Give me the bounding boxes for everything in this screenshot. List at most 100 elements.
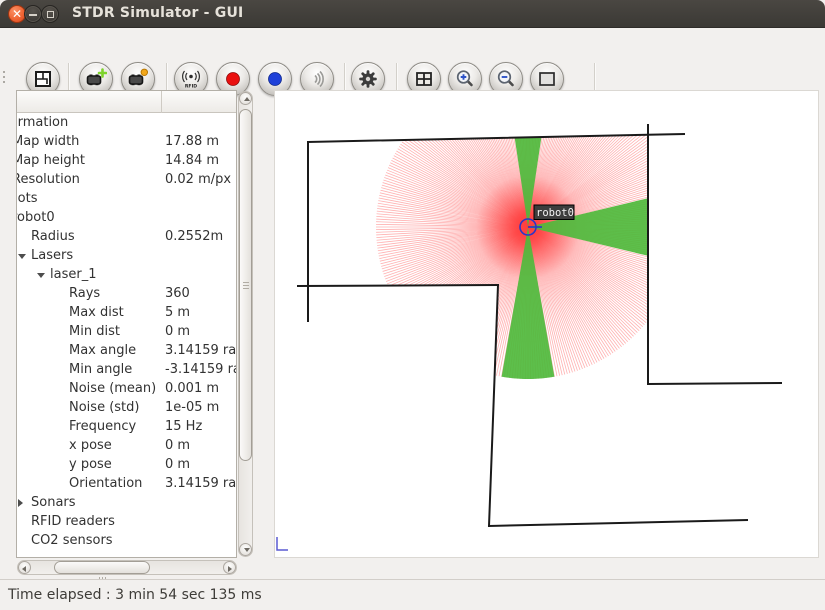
horizontal-scroll-thumb[interactable] <box>54 561 150 582</box>
tree-item-label: Min angle <box>69 362 133 377</box>
tree-item-value: -3.14159 rad <box>165 362 236 377</box>
tree-item-label: Map height <box>16 153 86 168</box>
tree-row[interactable]: Radius 0.2552m <box>17 228 236 247</box>
tree-rows: Information Map width 17.88 m Map height 14.… <box>17 114 236 551</box>
tree-item-label: Lasers <box>31 248 74 263</box>
zoom-out-icon <box>497 70 514 87</box>
tree-item-value: 0.001 m <box>165 381 220 396</box>
tree-item-value: 15 Hz <box>165 419 203 434</box>
tree-item-value: 0 m <box>165 324 191 339</box>
red-source-icon <box>226 72 240 86</box>
tree-header-column-2[interactable] <box>163 91 236 113</box>
tree-item-value: 14.84 m <box>165 153 220 168</box>
tree-item-label: Rays <box>69 286 101 301</box>
scroll-down-button[interactable] <box>239 543 252 556</box>
tree-item-label: Resolution <box>16 172 80 187</box>
tree-row[interactable]: Frequency 15 Hz <box>17 418 236 437</box>
tree-row[interactable]: laser_1 <box>17 266 236 285</box>
tree-item-value: 17.88 m <box>165 134 220 149</box>
tree-item-label: Robots <box>17 191 38 206</box>
tree-vertical-scrollbar[interactable] <box>238 91 253 557</box>
sound-waves-icon <box>314 70 324 88</box>
tree-item-label: Sonars <box>31 495 76 510</box>
scroll-left-button[interactable] <box>18 561 31 574</box>
tree-row[interactable]: Resolution 0.02 m/px <box>17 171 236 190</box>
tree-header-column-1[interactable] <box>17 91 162 113</box>
scroll-right-button[interactable] <box>223 561 236 574</box>
tree-row[interactable]: Noise (mean) 0.001 m <box>17 380 236 399</box>
tree-item-label: Noise (std) <box>69 400 140 415</box>
minimize-icon <box>29 14 37 16</box>
rfid-antenna-icon: RFID <box>182 70 200 90</box>
minimize-button[interactable] <box>24 5 42 23</box>
maximize-icon <box>47 11 54 18</box>
blue-source-icon <box>268 72 282 86</box>
tree-item-value: 0.2552m <box>165 229 224 244</box>
tree-item-label: x pose <box>69 438 112 453</box>
robot-edit-icon <box>128 68 148 86</box>
tree-item-label: RFID readers <box>31 514 115 529</box>
tree-item-value: 3.14159 rad <box>165 343 237 358</box>
tree-item-label: Min dist <box>69 324 120 339</box>
expand-arrow-icon[interactable] <box>37 273 45 278</box>
map-view[interactable]: robot0 <box>274 90 819 558</box>
window-title: STDR Simulator - GUI <box>72 5 244 21</box>
tree-row[interactable]: Robots <box>17 190 236 209</box>
arrow-left-icon <box>22 565 26 572</box>
tree-item-value: 0 m <box>165 438 191 453</box>
tree-item-label: Frequency <box>69 419 137 434</box>
tree-item-value: 1e-05 m <box>165 400 220 415</box>
map-canvas[interactable]: robot0 <box>275 91 820 559</box>
arrow-down-icon <box>243 548 250 552</box>
tree-item-label: y pose <box>69 457 112 472</box>
tree-row[interactable]: Map width 17.88 m <box>17 133 236 152</box>
tree-row[interactable]: Max dist 5 m <box>17 304 236 323</box>
tree-item-label: robot0 <box>16 210 55 225</box>
tree-row[interactable]: Orientation 3.14159 rad <box>17 475 236 494</box>
svg-text:RFID: RFID <box>185 84 197 90</box>
tree-row[interactable]: robot0 <box>17 209 236 228</box>
tree-item-value: 5 m <box>165 305 191 320</box>
tree-row[interactable]: Min dist 0 m <box>17 323 236 342</box>
vertical-scroll-thumb[interactable] <box>239 109 252 461</box>
tree-row[interactable]: Map height 14.84 m <box>17 152 236 171</box>
maximize-button[interactable] <box>41 5 59 23</box>
fit-view-icon <box>539 72 555 86</box>
toolbar: RFID <box>0 28 825 96</box>
robot-add-icon <box>86 68 107 86</box>
tree-header[interactable] <box>17 91 236 113</box>
scroll-up-button[interactable] <box>239 92 252 105</box>
tree-row[interactable]: y pose 0 m <box>17 456 236 475</box>
robot-label: robot0 <box>536 207 574 219</box>
toolbar-drag-handle[interactable] <box>3 71 6 87</box>
arrow-right-icon <box>228 565 232 572</box>
tree-item-label: Orientation <box>69 476 143 491</box>
tree-row[interactable]: Information <box>17 114 236 133</box>
expand-arrow-icon[interactable] <box>18 254 26 259</box>
tree-row[interactable]: Rays 360 <box>17 285 236 304</box>
tree-item-value: 3.14159 rad <box>165 476 237 491</box>
tree-row[interactable]: Max angle 3.14159 rad <box>17 342 236 361</box>
time-elapsed-label: Time elapsed : 3 min 54 sec 135 ms <box>8 587 262 603</box>
tree-row[interactable]: x pose 0 m <box>17 437 236 456</box>
titlebar[interactable]: ✕ STDR Simulator - GUI <box>0 0 825 28</box>
tree-row[interactable]: Sonars <box>17 494 236 513</box>
collapse-arrow-icon[interactable] <box>18 499 23 507</box>
tree-horizontal-scrollbar[interactable] <box>17 560 237 582</box>
tree-item-label: Noise (mean) <box>69 381 157 396</box>
map-icon <box>35 71 51 87</box>
thumb-grip <box>243 282 249 291</box>
tree-item-label: CO2 sensors <box>31 533 113 548</box>
arrow-up-icon <box>243 97 250 101</box>
tree-item-label: Radius <box>31 229 75 244</box>
tree-item-value: 0.02 m/px <box>165 172 232 187</box>
tree-row[interactable]: CO2 sensors <box>17 532 236 551</box>
tree-item-value: 360 <box>165 286 190 301</box>
tree-row[interactable]: Min angle -3.14159 rad <box>17 361 236 380</box>
tree-row[interactable]: Lasers <box>17 247 236 266</box>
tree-item-value: 0 m <box>165 457 191 472</box>
tree-item-label: laser_1 <box>50 267 97 282</box>
tree-row[interactable]: RFID readers <box>17 513 236 532</box>
gear-icon <box>359 70 377 88</box>
tree-row[interactable]: Noise (std) 1e-05 m <box>17 399 236 418</box>
